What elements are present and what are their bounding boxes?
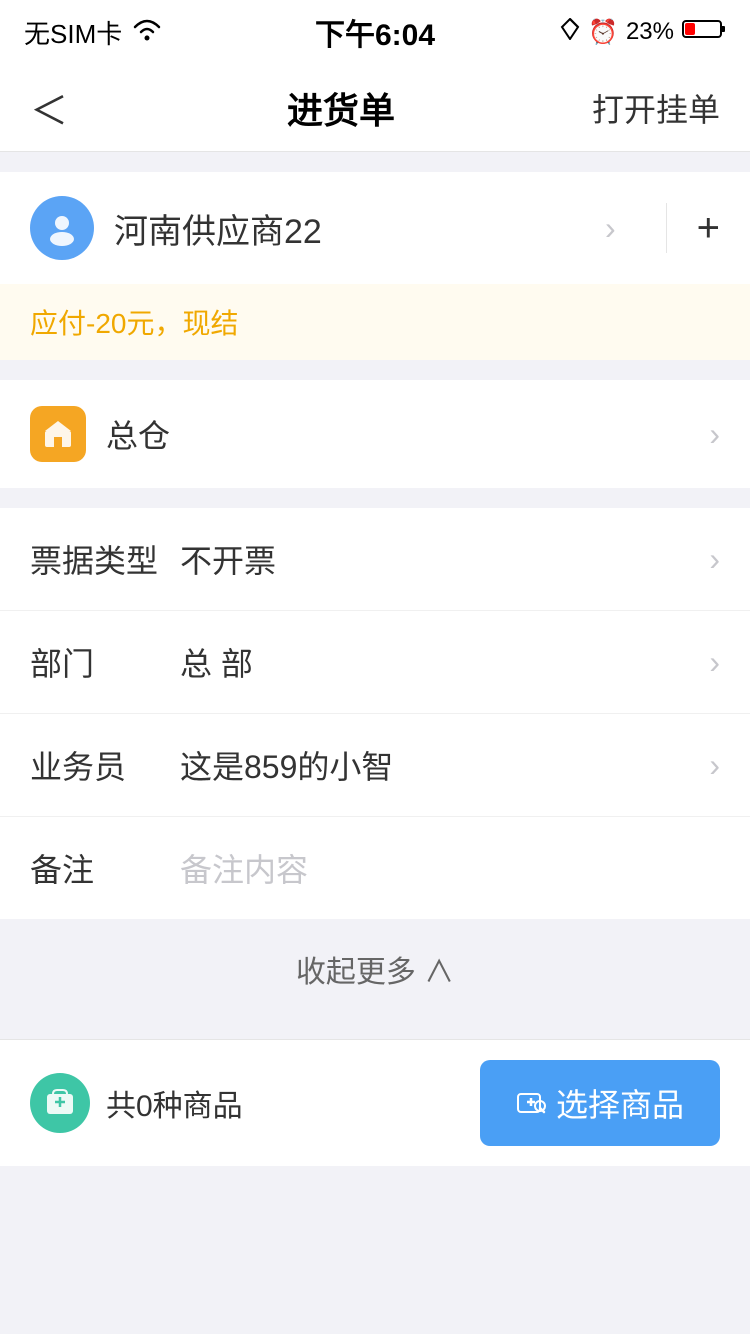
salesperson-label: 业务员 xyxy=(30,742,160,788)
nav-title: 进货单 xyxy=(287,82,395,134)
supplier-row[interactable]: 河南供应商22 › + xyxy=(0,172,750,284)
fields-section: 票据类型 不开票 › 部门 总 部 › 业务员 这是859的小智 › 备注 备注… xyxy=(0,508,750,919)
supplier-name: 河南供应商22 xyxy=(114,204,605,253)
open-pending-button[interactable]: 打开挂单 xyxy=(592,85,720,131)
invoice-type-row[interactable]: 票据类型 不开票 › xyxy=(0,508,750,611)
warehouse-section: 总仓 › xyxy=(0,380,750,488)
vertical-divider xyxy=(666,203,667,253)
remark-label: 备注 xyxy=(30,845,160,891)
product-icon-circle xyxy=(30,1073,90,1133)
wifi-icon xyxy=(132,17,162,48)
supplier-avatar xyxy=(30,196,94,260)
notice-banner: 应付-20元，现结 xyxy=(0,284,750,360)
supplier-chevron-icon: › xyxy=(605,210,616,247)
invoice-type-label: 票据类型 xyxy=(30,536,160,582)
warehouse-icon-bg xyxy=(30,406,86,462)
battery-text: 23% xyxy=(626,18,674,46)
select-product-label: 选择商品 xyxy=(556,1080,684,1126)
salesperson-value: 这是859的小智 xyxy=(160,742,709,788)
alarm-icon: ⏰ xyxy=(588,18,618,47)
supplier-section: 河南供应商22 › + 应付-20元，现结 xyxy=(0,172,750,360)
warehouse-label: 总仓 xyxy=(106,411,709,457)
carrier-text: 无SIM卡 xyxy=(24,14,122,51)
page-container: 无SIM卡 下午6:04 ⏰ 23% xyxy=(0,0,750,1334)
department-label: 部门 xyxy=(30,639,160,685)
select-product-button[interactable]: 选择商品 xyxy=(480,1060,720,1146)
product-count-text: 共0种商品 xyxy=(106,1081,243,1125)
battery-icon xyxy=(682,18,726,47)
remark-row[interactable]: 备注 备注内容 xyxy=(0,817,750,919)
salesperson-chevron-icon: › xyxy=(709,747,720,784)
invoice-chevron-icon: › xyxy=(709,541,720,578)
status-time: 下午6:04 xyxy=(315,10,435,54)
salesperson-row[interactable]: 业务员 这是859的小智 › xyxy=(0,714,750,817)
department-value: 总 部 xyxy=(160,639,709,685)
department-row[interactable]: 部门 总 部 › xyxy=(0,611,750,714)
collapse-button[interactable]: 收起更多 ∧ xyxy=(0,919,750,1019)
add-supplier-button[interactable]: + xyxy=(697,206,720,251)
product-count-area: 共0种商品 xyxy=(30,1073,243,1133)
status-right: ⏰ 23% xyxy=(560,18,726,47)
collapse-label: 收起更多 ∧ xyxy=(296,947,454,991)
back-button[interactable]: ＜ xyxy=(30,80,90,135)
status-left: 无SIM卡 xyxy=(24,14,162,51)
nav-bar: ＜ 进货单 打开挂单 xyxy=(0,64,750,152)
location-icon xyxy=(560,18,580,47)
warehouse-chevron-icon: › xyxy=(709,416,720,453)
status-bar: 无SIM卡 下午6:04 ⏰ 23% xyxy=(0,0,750,64)
warehouse-row[interactable]: 总仓 › xyxy=(0,380,750,488)
bottom-bar: 共0种商品 选择商品 xyxy=(0,1039,750,1166)
remark-input[interactable]: 备注内容 xyxy=(160,845,720,891)
invoice-type-value: 不开票 xyxy=(160,536,709,582)
department-chevron-icon: › xyxy=(709,644,720,681)
